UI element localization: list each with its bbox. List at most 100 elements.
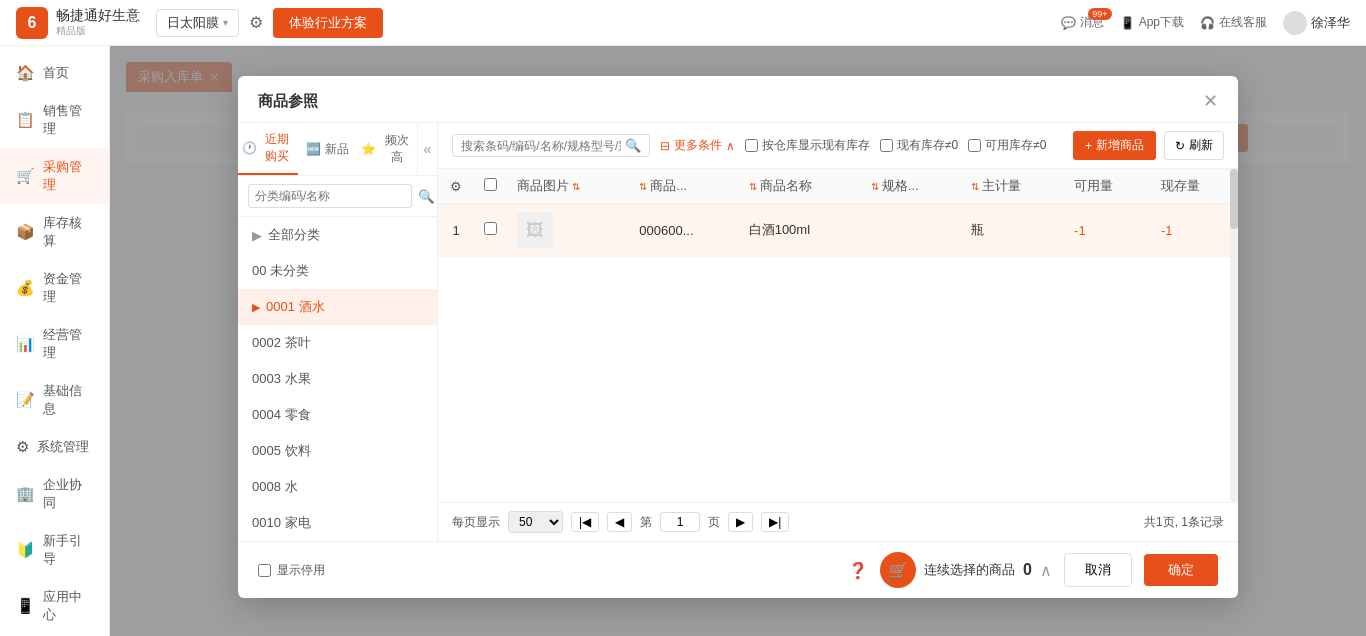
cart-label: 连续选择的商品 [924,561,1015,579]
more-filter-button[interactable]: ⊟ 更多条件 ∧ [660,137,735,154]
table-row[interactable]: 1 🖼 000600... 白酒100ml 瓶 [438,204,1238,257]
col-name-sort[interactable]: ⇅ 商品名称 [749,177,812,195]
stock-display-checkbox[interactable] [745,139,758,152]
cat-item-0004[interactable]: 0004 零食 [238,397,437,433]
sort-icon: ⇅ [572,181,580,192]
help-icon[interactable]: ❓ [848,561,868,580]
modal-footer: 显示停用 ❓ 🛒 连续选择的商品 0 ∧ 取消 确定 [238,541,1238,598]
cancel-button[interactable]: 取消 [1064,553,1132,587]
col-unit-sort[interactable]: ⇅ 主计量 [971,177,1021,195]
page-size-select[interactable]: 50 10 20 100 [508,511,563,533]
col-available[interactable]: 可用量 [1064,169,1151,204]
cat-item-all[interactable]: ▶ 全部分类 [238,217,437,253]
usable-checkbox-label[interactable]: 可用库存≠0 [968,137,1046,154]
confirm-button[interactable]: 确定 [1144,554,1218,586]
sidebar-item-operation[interactable]: 📊 经营管理 [0,316,109,372]
sidebar-item-corp[interactable]: 🏢 企业协同 [0,466,109,522]
col-unit[interactable]: ⇅ 主计量 [961,169,1064,204]
category-panel: 🕐 近期购买 🆕 新品 ⭐ 频次高 « [238,123,438,541]
user-area[interactable]: 徐泽华 [1283,11,1350,35]
modal-body: 🕐 近期购买 🆕 新品 ⭐ 频次高 « [238,123,1238,541]
sidebar-item-inventory[interactable]: 📦 库存核算 [0,204,109,260]
sidebar-item-appcenter[interactable]: 📱 应用中心 [0,578,109,634]
cat-item-0002[interactable]: 0002 茶叶 [238,325,437,361]
cat-item-0001[interactable]: ▶ 0001 酒水 [238,289,437,325]
col-code[interactable]: ⇅ 商品... [629,169,738,204]
scroll-track [1230,169,1238,502]
prev-page-button[interactable]: ◀ [607,512,632,532]
cat-tab-recent[interactable]: 🕐 近期购买 [238,123,298,175]
last-page-button[interactable]: ▶| [761,512,789,532]
experience-btn[interactable]: 体验行业方案 [273,8,383,38]
col-img-sort[interactable]: 商品图片 ⇅ [517,177,580,195]
cat-tab-frequent[interactable]: ⭐ 频次高 [357,123,417,175]
stock-display-checkbox-label[interactable]: 按仓库显示现有库存 [745,137,870,154]
cart-collapse-button[interactable]: ∧ [1040,561,1052,580]
col-code-sort[interactable]: ⇅ 商品... [639,177,687,195]
cat-item-0008-label: 0008 水 [252,478,298,496]
product-search-input[interactable] [461,139,621,153]
refresh-button[interactable]: ↻ 刷新 [1164,131,1224,160]
add-product-button[interactable]: + 新增商品 [1073,131,1156,160]
col-spec-sort[interactable]: ⇅ 规格... [871,177,919,195]
sidebar-item-guide[interactable]: 🔰 新手引导 [0,522,109,578]
sort-icon-spec: ⇅ [871,181,879,192]
cat-item-0010[interactable]: 0010 家电 [238,505,437,541]
cat-item-0003[interactable]: 0003 水果 [238,361,437,397]
cat-item-00[interactable]: 00 未分类 [238,253,437,289]
next-page-button[interactable]: ▶ [728,512,753,532]
sidebar-item-home[interactable]: 🏠 首页 [0,54,109,92]
display-disabled-checkbox[interactable] [258,564,271,577]
settings-button[interactable]: ⚙ [249,13,263,32]
sidebar-item-sales[interactable]: 📋 销售管理 [0,92,109,148]
sidebar-label-basic: 基础信息 [43,382,93,418]
sidebar-item-finance[interactable]: 💰 资金管理 [0,260,109,316]
user-avatar [1283,11,1307,35]
cat-item-0005[interactable]: 0005 饮料 [238,433,437,469]
footer-right: ❓ 🛒 连续选择的商品 0 ∧ 取消 确定 [848,552,1218,588]
col-available-label: 可用量 [1074,178,1113,193]
row-checkbox[interactable] [484,222,497,235]
available-checkbox[interactable] [880,139,893,152]
col-name[interactable]: ⇅ 商品名称 [739,169,861,204]
cart-button[interactable]: 🛒 [880,552,916,588]
usable-checkbox[interactable] [968,139,981,152]
layout: 🏠 首页 📋 销售管理 🛒 采购管理 📦 库存核算 💰 资金管理 📊 经营管理 … [0,46,1366,636]
online-service-area[interactable]: 🎧 在线客服 [1200,14,1267,31]
col-settings[interactable]: ⚙ [438,169,474,204]
search-icon: 🔍 [625,138,641,153]
scroll-thumb[interactable] [1230,169,1238,229]
page-number-input[interactable] [660,512,700,532]
top-header: 6 畅捷通好生意 精品版 日太阳膜 ▾ ⚙ 体验行业方案 💬 消息 99+ 📱 … [0,0,1366,46]
username: 徐泽华 [1311,14,1350,32]
category-search-button[interactable]: 🔍 [418,189,435,204]
sidebar-item-basic[interactable]: 📝 基础信息 [0,372,109,428]
notification-area[interactable]: 💬 消息 99+ [1061,14,1104,31]
cat-tab-recent-label: 近期购买 [261,131,294,165]
store-selector[interactable]: 日太阳膜 ▾ [156,9,239,37]
col-img[interactable]: 商品图片 ⇅ [507,169,629,204]
refresh-icon: ↻ [1175,139,1185,153]
triangle-icon: ▶ [252,228,262,243]
col-checkbox[interactable] [474,169,507,204]
row-checkbox-cell[interactable] [474,204,507,257]
cat-item-0008[interactable]: 0008 水 [238,469,437,505]
cat-collapse-button[interactable]: « [417,123,437,175]
sort-icon-name: ⇅ [749,181,757,192]
modal-title: 商品参照 [258,92,318,111]
app-sub: 精品版 [56,24,140,38]
modal-close-button[interactable]: ✕ [1203,90,1218,112]
col-spec[interactable]: ⇅ 规格... [861,169,961,204]
product-search-wrap: 🔍 [452,134,650,157]
sidebar-item-system[interactable]: ⚙ 系统管理 [0,428,109,466]
app-download-area[interactable]: 📱 App下载 [1120,14,1184,31]
category-search-input[interactable] [248,184,412,208]
col-stock[interactable]: 现存量 [1151,169,1238,204]
cat-tab-new[interactable]: 🆕 新品 [298,123,358,175]
available-checkbox-label[interactable]: 现有库存≠0 [880,137,958,154]
first-page-button[interactable]: |◀ [571,512,599,532]
row-spec-cell [861,204,961,257]
sidebar-item-purchase[interactable]: 🛒 采购管理 [0,148,109,204]
plus-icon: + [1085,139,1092,153]
select-all-checkbox[interactable] [484,178,497,191]
